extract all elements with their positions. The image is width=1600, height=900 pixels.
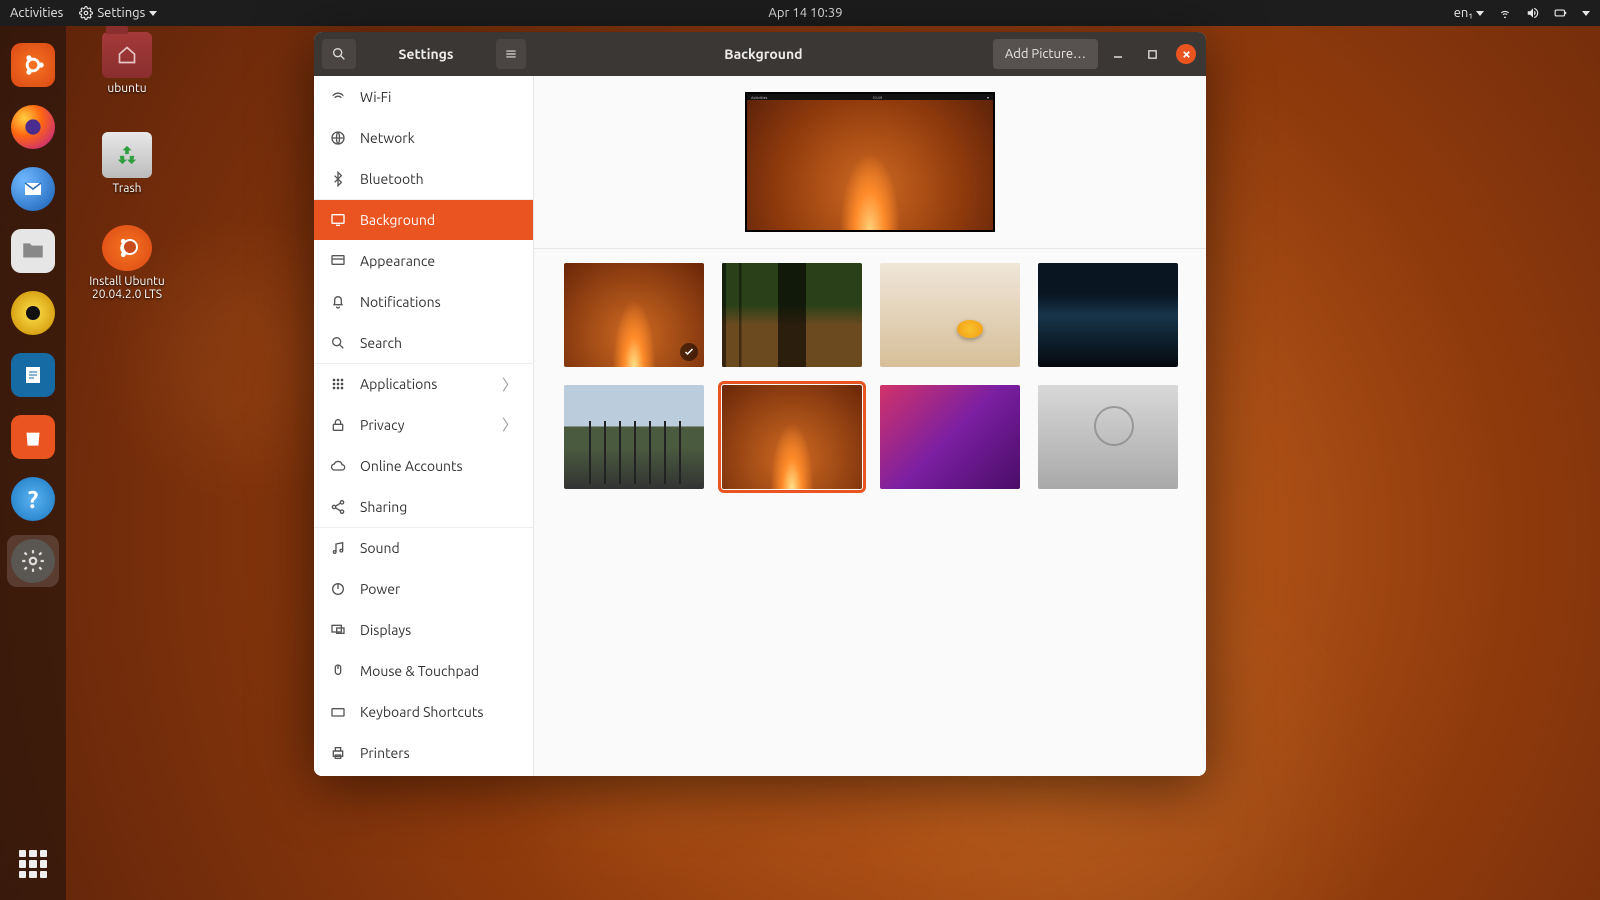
wallpaper-option-4[interactable] xyxy=(1038,263,1178,367)
sidebar-item-displays[interactable]: Displays xyxy=(314,609,533,650)
wallpaper-option-1[interactable] xyxy=(564,263,704,367)
hamburger-menu[interactable] xyxy=(496,39,526,69)
current-background-preview: Activities10:39▾ xyxy=(745,92,995,232)
desktop-home-folder[interactable]: ubuntu xyxy=(82,32,172,95)
clock[interactable]: Apr 14 10:39 xyxy=(157,6,1453,20)
input-source-indicator[interactable]: en₁ xyxy=(1454,6,1484,20)
sidebar-item-printers[interactable]: Printers xyxy=(314,732,533,773)
shortcut-arrow-icon xyxy=(122,239,138,255)
dock: ? xyxy=(0,26,66,900)
dock-thunderbird[interactable] xyxy=(7,163,59,215)
wallpaper-option-8[interactable] xyxy=(1038,385,1178,489)
sidebar-item-notifications[interactable]: Notifications xyxy=(314,281,533,322)
folder-icon xyxy=(20,238,46,264)
close-icon xyxy=(1181,49,1192,60)
show-applications[interactable] xyxy=(7,838,59,890)
wallpaper-option-5[interactable] xyxy=(564,385,704,489)
maximize-button[interactable] xyxy=(1142,44,1162,64)
gear-icon xyxy=(79,6,93,20)
sidebar-item-keyboard-shortcuts[interactable]: Keyboard Shortcuts xyxy=(314,691,533,732)
dock-software[interactable] xyxy=(7,411,59,463)
question-icon: ? xyxy=(28,486,39,513)
sidebar-item-applications[interactable]: Applications〉 xyxy=(314,363,533,404)
sidebar-item-online-accounts[interactable]: Online Accounts xyxy=(314,445,533,486)
dock-writer[interactable] xyxy=(7,349,59,401)
search-icon xyxy=(331,46,347,62)
sidebar-item-privacy[interactable]: Privacy〉 xyxy=(314,404,533,445)
dock-settings[interactable] xyxy=(7,535,59,587)
network-icon[interactable] xyxy=(1498,6,1512,20)
sidebar-item-sound[interactable]: Sound xyxy=(314,527,533,568)
dock-ubuntu-logo[interactable] xyxy=(7,39,59,91)
sidebar-item-search[interactable]: Search xyxy=(314,322,533,363)
maximize-icon xyxy=(1147,49,1158,60)
sidebar-item-power[interactable]: Power xyxy=(314,568,533,609)
volume-icon[interactable] xyxy=(1526,6,1540,20)
speaker-icon xyxy=(26,306,40,320)
sidebar-item-appearance[interactable]: Appearance xyxy=(314,240,533,281)
settings-sidebar: Wi-Fi Network Bluetooth Background Appea… xyxy=(314,76,534,776)
chevron-right-icon: 〉 xyxy=(502,414,517,435)
ubuntu-icon xyxy=(19,51,47,79)
sidebar-item-sharing[interactable]: Sharing xyxy=(314,486,533,527)
desktop-trash[interactable]: Trash xyxy=(82,132,172,195)
menu-icon xyxy=(504,47,518,61)
chevron-down-icon xyxy=(149,11,157,16)
top-bar: Activities Settings Apr 14 10:39 en₁ xyxy=(0,0,1600,26)
sidebar-item-background[interactable]: Background xyxy=(314,199,533,240)
sidebar-item-network[interactable]: Network xyxy=(314,117,533,158)
sidebar-item-bluetooth[interactable]: Bluetooth xyxy=(314,158,533,199)
battery-icon[interactable] xyxy=(1554,6,1568,20)
content-title: Background xyxy=(534,46,993,62)
dock-rhythmbox[interactable] xyxy=(7,287,59,339)
minimize-icon xyxy=(1112,48,1124,60)
dock-firefox[interactable] xyxy=(7,101,59,153)
app-menu[interactable]: Settings xyxy=(79,6,157,20)
activities-button[interactable]: Activities xyxy=(10,6,63,20)
wallpaper-option-6[interactable] xyxy=(722,385,862,489)
home-icon xyxy=(117,45,137,65)
wallpaper-option-3[interactable] xyxy=(880,263,1020,367)
search-button[interactable] xyxy=(322,39,356,69)
document-icon xyxy=(21,363,45,387)
sidebar-title: Settings xyxy=(356,46,496,62)
add-picture-button[interactable]: Add Picture… xyxy=(993,39,1098,69)
dock-files[interactable] xyxy=(7,225,59,277)
minimize-button[interactable] xyxy=(1108,44,1128,64)
wallpaper-option-2[interactable] xyxy=(722,263,862,367)
mail-icon xyxy=(21,177,45,201)
wallpaper-option-7[interactable] xyxy=(880,385,1020,489)
chevron-right-icon: 〉 xyxy=(502,374,517,395)
dock-help[interactable]: ? xyxy=(7,473,59,525)
recycle-icon xyxy=(116,144,138,166)
apps-grid-icon xyxy=(19,850,47,878)
chevron-down-icon[interactable] xyxy=(1582,11,1590,16)
background-content: Activities10:39▾ xyxy=(534,76,1206,776)
chevron-down-icon xyxy=(1476,11,1484,16)
shopping-bag-icon xyxy=(20,424,46,450)
desktop-install-ubuntu[interactable]: Install Ubuntu20.04.2.0 LTS xyxy=(82,225,172,301)
gear-icon xyxy=(20,548,46,574)
sidebar-item-wifi[interactable]: Wi-Fi xyxy=(314,76,533,117)
sidebar-item-mouse-touchpad[interactable]: Mouse & Touchpad xyxy=(314,650,533,691)
settings-window: Settings Background Add Picture… Wi-Fi N… xyxy=(314,32,1206,776)
close-button[interactable] xyxy=(1176,44,1196,64)
firefox-icon xyxy=(20,114,46,140)
titlebar[interactable]: Settings Background Add Picture… xyxy=(314,32,1206,76)
selected-check-icon xyxy=(680,343,698,361)
